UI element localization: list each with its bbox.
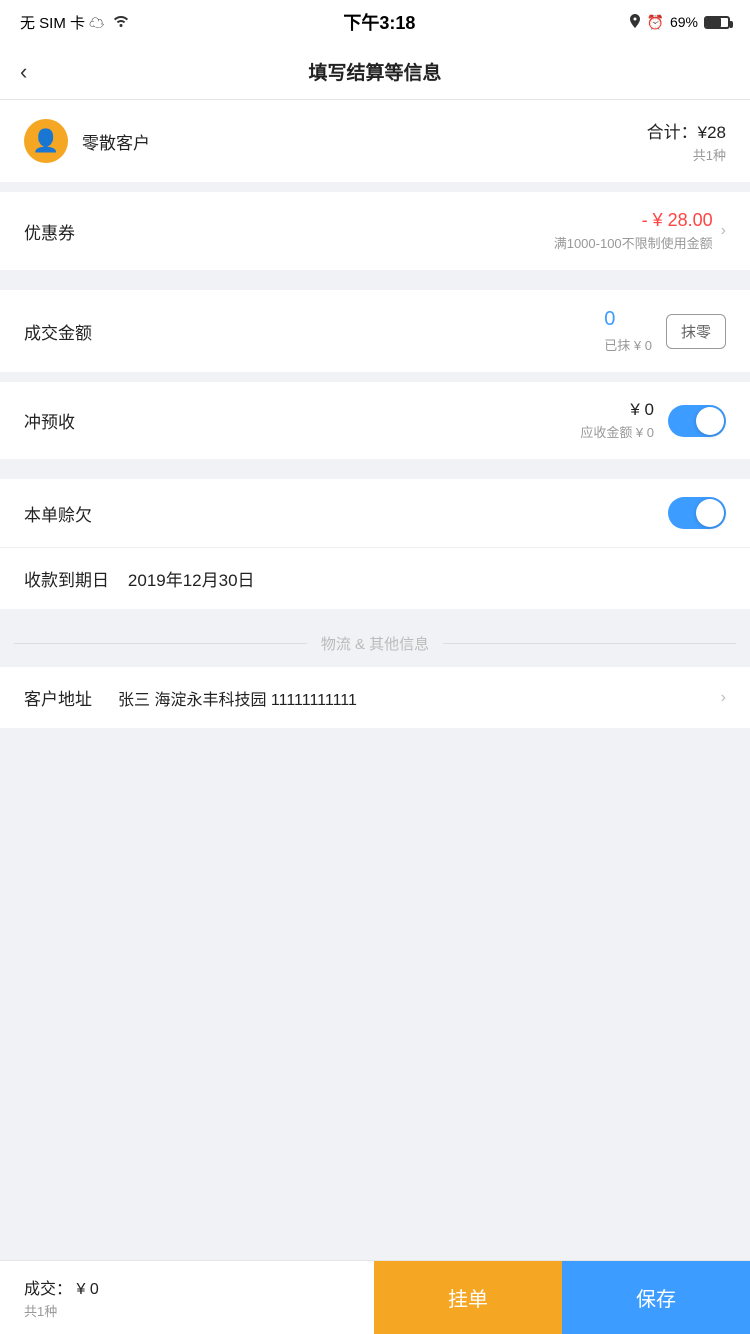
- due-date-value: 2019年12月30日: [128, 571, 255, 590]
- coupon-label: 优惠券: [24, 219, 75, 244]
- no-sim-label: 无 SIM 卡 ☁: [20, 12, 104, 33]
- customer-left: 👤 零散客户: [24, 119, 150, 163]
- status-time: 下午3:18: [343, 9, 415, 35]
- hold-button[interactable]: 挂单: [374, 1261, 562, 1334]
- logistics-divider: 物流 & 其他信息: [0, 619, 750, 667]
- coupon-chevron-icon: ›: [721, 222, 726, 240]
- prereceive-right: ¥ 0 应收金额 ¥ 0: [580, 400, 726, 441]
- battery-label: 69%: [670, 14, 698, 30]
- prereceive-toggle[interactable]: [668, 405, 726, 437]
- prereceive-amount: ¥ 0 应收金额 ¥ 0: [580, 400, 654, 441]
- status-left: 无 SIM 卡 ☁: [20, 12, 130, 33]
- coupon-desc: 满1000-100不限制使用金额: [554, 233, 713, 252]
- save-button[interactable]: 保存: [562, 1261, 750, 1334]
- battery-icon: [704, 16, 730, 29]
- nav-bar: ‹ 填写结算等信息: [0, 44, 750, 100]
- separator-2: [0, 459, 750, 469]
- debt-toggle[interactable]: [668, 497, 726, 529]
- address-chevron-icon: ›: [721, 689, 726, 707]
- amount-section: 成交金额 0 已抹 ¥ 0 抹零: [0, 290, 750, 372]
- prereceive-sub: 应收金额 ¥ 0: [580, 422, 654, 441]
- back-button[interactable]: ‹: [20, 59, 27, 85]
- due-date-text: 收款到期日 2019年12月30日: [24, 571, 255, 590]
- bottom-deal: 成交： ¥ 0: [24, 1275, 350, 1299]
- amount-label: 成交金额: [24, 319, 92, 344]
- wifi-icon: [112, 13, 130, 31]
- prereceive-main: ¥ 0: [580, 400, 654, 420]
- due-date-section: 收款到期日 2019年12月30日: [0, 547, 750, 609]
- prereceive-section: 冲预收 ¥ 0 应收金额 ¥ 0: [0, 382, 750, 459]
- page-title: 填写结算等信息: [308, 58, 441, 85]
- bottom-deal-label: 成交：: [24, 1281, 72, 1298]
- amount-right: 0 已抹 ¥ 0 抹零: [604, 308, 726, 354]
- coupon-section[interactable]: 优惠券 - ¥ 28.00 满1000-100不限制使用金额 ›: [0, 192, 750, 270]
- separator-1: [0, 280, 750, 290]
- debt-toggle-knob: [696, 499, 724, 527]
- logistics-line-left: [14, 643, 307, 644]
- status-right: ⏰ 69%: [629, 14, 730, 31]
- coupon-discount: - ¥ 28.00: [554, 210, 713, 231]
- bottom-bar: 成交： ¥ 0 共1种 挂单 保存: [0, 1260, 750, 1334]
- due-date-label: 收款到期日: [24, 571, 109, 590]
- coupon-right: - ¥ 28.00 满1000-100不限制使用金额 ›: [554, 210, 726, 252]
- status-bar: 无 SIM 卡 ☁ 下午3:18 ⏰ 69%: [0, 0, 750, 44]
- logistics-line-right: [443, 643, 736, 644]
- round-button[interactable]: 抹零: [666, 314, 726, 349]
- alarm-icon: ⏰: [647, 14, 664, 31]
- debt-section: 本单赊欠: [0, 479, 750, 547]
- amount-row: 成交金额 0 已抹 ¥ 0 抹零: [24, 290, 726, 372]
- avatar-icon: 👤: [32, 128, 59, 154]
- customer-total: 合计：¥28: [647, 118, 726, 143]
- bottom-info: 成交： ¥ 0 共1种: [0, 1275, 374, 1320]
- customer-count: 共1种: [647, 145, 726, 164]
- bottom-deal-amount: ¥ 0: [76, 1281, 98, 1298]
- customer-right: 合计：¥28 共1种: [647, 118, 726, 164]
- customer-avatar: 👤: [24, 119, 68, 163]
- empty-space: [0, 728, 750, 908]
- address-label: 客户地址: [24, 685, 104, 710]
- logistics-label: 物流 & 其他信息: [321, 633, 429, 654]
- debt-label: 本单赊欠: [24, 501, 92, 526]
- bottom-count: 共1种: [24, 1301, 350, 1320]
- content: 👤 零散客户 合计：¥28 共1种 优惠券 - ¥ 28.00 满1000-10…: [0, 100, 750, 908]
- location-icon: [629, 14, 641, 31]
- toggle-knob: [696, 407, 724, 435]
- address-section[interactable]: 客户地址 张三 海淀永丰科技园 11111111111 ›: [0, 667, 750, 728]
- customer-name: 零散客户: [82, 129, 150, 154]
- customer-section: 👤 零散客户 合计：¥28 共1种: [0, 100, 750, 182]
- address-value: 张三 海淀永丰科技园 11111111111: [118, 686, 707, 710]
- prereceive-label: 冲预收: [24, 408, 75, 433]
- amount-value: 0: [604, 308, 652, 331]
- amount-sub: 已抹 ¥ 0: [604, 335, 652, 354]
